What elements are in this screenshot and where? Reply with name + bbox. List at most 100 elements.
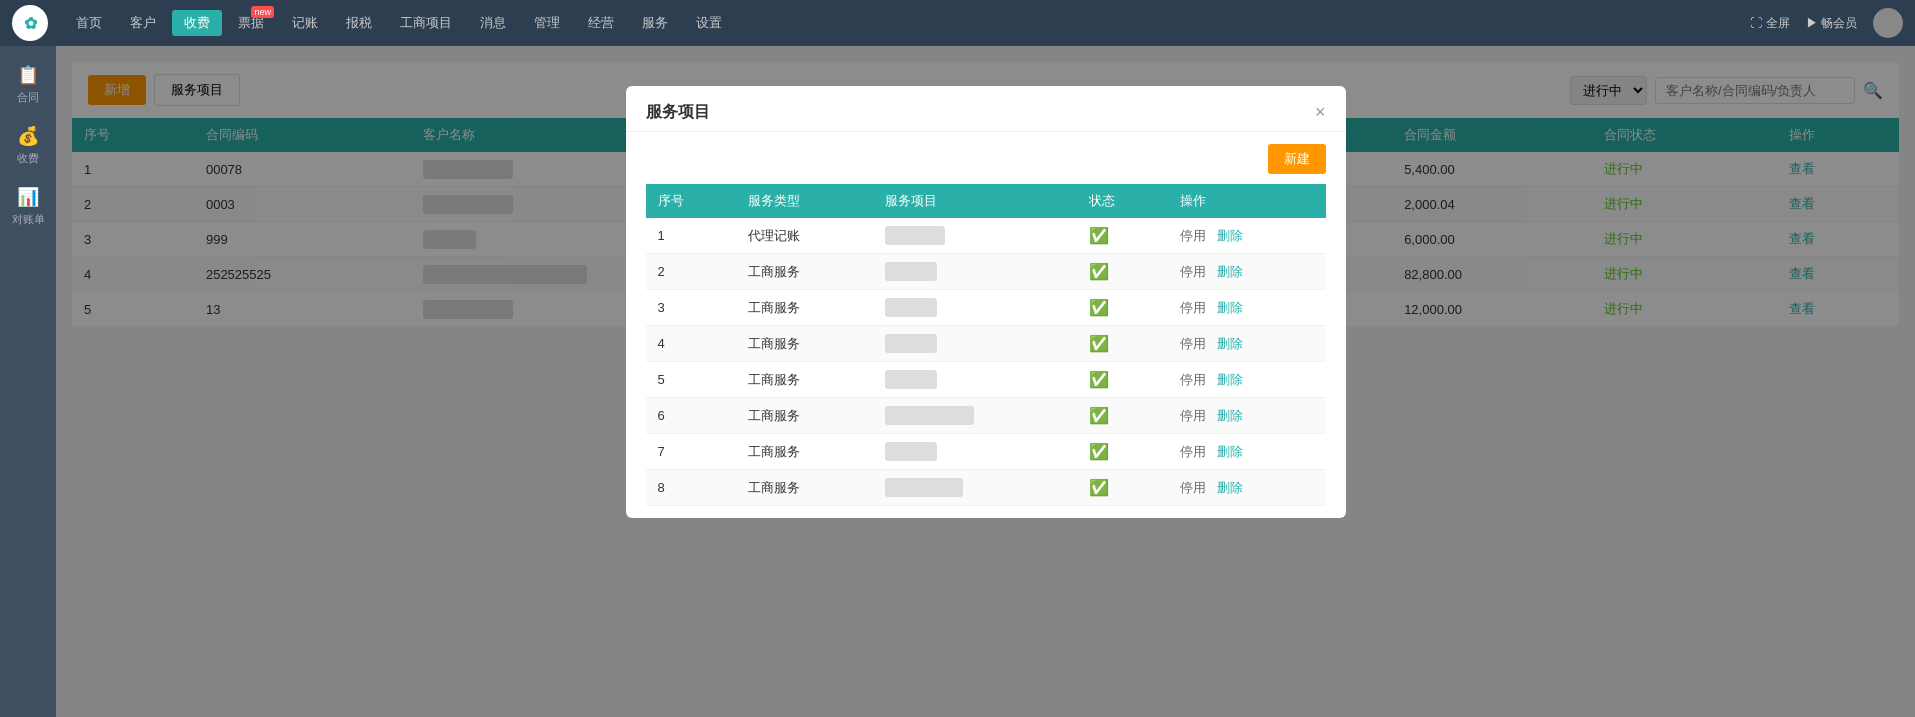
nav-item-jingying[interactable]: 经营 xyxy=(576,10,626,36)
sidebar-label-duizhang: 对账单 xyxy=(12,212,45,227)
modal-cell-item: ████注册 xyxy=(873,470,1078,506)
modal-table-scroll[interactable]: 序号服务类型服务项目状态操作 1 代理记账 ████1 ✅ 停用 删除 2 工商… xyxy=(646,184,1326,506)
sidebar-label-contract: 合同 xyxy=(17,90,39,105)
modal-header: 服务项目 × xyxy=(626,86,1346,132)
list-item: 2 工商服务 ████ ✅ 停用 删除 xyxy=(646,254,1326,290)
list-item: 4 工商服务 ████ ✅ 停用 删除 xyxy=(646,326,1326,362)
modal-body: 新建 序号服务类型服务项目状态操作 1 代理记账 ████1 ✅ 停用 删除 2… xyxy=(626,132,1346,518)
modal-cell-actions: 停用 删除 xyxy=(1168,326,1326,362)
sidebar-item-shoufei[interactable]: 💰收费 xyxy=(0,115,56,176)
delete-button[interactable]: 删除 xyxy=(1217,408,1243,423)
contract-icon: 📋 xyxy=(17,64,39,86)
modal-cell-type: 工商服务 xyxy=(736,326,873,362)
nav-item-guanli[interactable]: 管理 xyxy=(522,10,572,36)
nav-item-gongshang[interactable]: 工商项目 xyxy=(388,10,464,36)
modal-table-header: 序号服务类型服务项目状态操作 xyxy=(646,184,1326,218)
modal-col-操作[interactable]: 操作 xyxy=(1168,184,1326,218)
modal-cell-type: 工商服务 xyxy=(736,434,873,470)
stop-button[interactable]: 停用 xyxy=(1180,336,1206,351)
modal-cell-seq: 7 xyxy=(646,434,736,470)
stop-button[interactable]: 停用 xyxy=(1180,480,1206,495)
modal-cell-seq: 4 xyxy=(646,326,736,362)
modal-cell-seq: 2 xyxy=(646,254,736,290)
sidebar-label-shoufei: 收费 xyxy=(17,151,39,166)
modal-cell-type: 工商服务 xyxy=(736,398,873,434)
modal-cell-item: ████ xyxy=(873,254,1078,290)
modal-cell-status: ✅ xyxy=(1077,254,1167,290)
status-check-icon: ✅ xyxy=(1089,443,1109,460)
modal-cell-seq: 1 xyxy=(646,218,736,254)
nav-item-customer[interactable]: 客户 xyxy=(118,10,168,36)
modal-title: 服务项目 xyxy=(646,102,710,123)
delete-button[interactable]: 删除 xyxy=(1217,480,1243,495)
nav-item-piao[interactable]: 票据new xyxy=(226,10,276,36)
nav-item-xiaoxi[interactable]: 消息 xyxy=(468,10,518,36)
delete-button[interactable]: 删除 xyxy=(1217,228,1243,243)
modal-cell-type: 代理记账 xyxy=(736,218,873,254)
nav-item-shoufei[interactable]: 收费 xyxy=(172,10,222,36)
modal-cell-actions: 停用 删除 xyxy=(1168,398,1326,434)
service-items-table: 序号服务类型服务项目状态操作 1 代理记账 ████1 ✅ 停用 删除 2 工商… xyxy=(646,184,1326,506)
modal-cell-item: ████ xyxy=(873,434,1078,470)
right-tools: ⛶ 全屏 ▶ 畅会员 xyxy=(1750,8,1903,38)
list-item: 1 代理记账 ████1 ✅ 停用 删除 xyxy=(646,218,1326,254)
modal-col-服务类型[interactable]: 服务类型 xyxy=(736,184,873,218)
stop-button[interactable]: 停用 xyxy=(1180,408,1206,423)
stop-button[interactable]: 停用 xyxy=(1180,444,1206,459)
modal-close-button[interactable]: × xyxy=(1315,102,1326,123)
modal-cell-item: ████ xyxy=(873,326,1078,362)
stop-button[interactable]: 停用 xyxy=(1180,228,1206,243)
modal-col-服务项目[interactable]: 服务项目 xyxy=(873,184,1078,218)
modal-table-body: 1 代理记账 ████1 ✅ 停用 删除 2 工商服务 ████ ✅ 停用 删除… xyxy=(646,218,1326,506)
member-btn[interactable]: ▶ 畅会员 xyxy=(1806,15,1857,32)
modal-cell-status: ✅ xyxy=(1077,362,1167,398)
modal-cell-seq: 5 xyxy=(646,362,736,398)
modal-cell-type: 工商服务 xyxy=(736,254,873,290)
delete-button[interactable]: 删除 xyxy=(1217,372,1243,387)
delete-button[interactable]: 删除 xyxy=(1217,264,1243,279)
modal-cell-actions: 停用 删除 xyxy=(1168,290,1326,326)
nav-item-shezhi[interactable]: 设置 xyxy=(684,10,734,36)
modal-overlay[interactable]: 服务项目 × 新建 序号服务类型服务项目状态操作 1 代理记账 ████1 ✅ … xyxy=(56,46,1915,717)
fullscreen-btn[interactable]: ⛶ 全屏 xyxy=(1750,15,1789,32)
list-item: 8 工商服务 ████注册 ✅ 停用 删除 xyxy=(646,470,1326,506)
modal-cell-item: ████1 xyxy=(873,218,1078,254)
modal-toolbar: 新建 xyxy=(646,144,1326,174)
modal-cell-item: ████ xyxy=(873,290,1078,326)
modal-cell-item: ████████ xyxy=(873,398,1078,434)
modal-cell-seq: 3 xyxy=(646,290,736,326)
modal-cell-actions: 停用 删除 xyxy=(1168,434,1326,470)
status-check-icon: ✅ xyxy=(1089,263,1109,280)
modal-cell-actions: 停用 删除 xyxy=(1168,362,1326,398)
modal-cell-actions: 停用 删除 xyxy=(1168,470,1326,506)
modal-cell-status: ✅ xyxy=(1077,434,1167,470)
status-check-icon: ✅ xyxy=(1089,335,1109,352)
delete-button[interactable]: 删除 xyxy=(1217,300,1243,315)
modal-col-状态[interactable]: 状态 xyxy=(1077,184,1167,218)
modal-cell-actions: 停用 删除 xyxy=(1168,218,1326,254)
modal-cell-status: ✅ xyxy=(1077,326,1167,362)
nav-item-jizhang[interactable]: 记账 xyxy=(280,10,330,36)
duizhang-icon: 📊 xyxy=(17,186,39,208)
stop-button[interactable]: 停用 xyxy=(1180,300,1206,315)
sidebar-item-duizhang[interactable]: 📊 对账单 xyxy=(0,176,56,237)
status-check-icon: ✅ xyxy=(1089,371,1109,388)
modal-cell-seq: 8 xyxy=(646,470,736,506)
sidebar-item-contract[interactable]: 📋 合同 xyxy=(0,54,56,115)
stop-button[interactable]: 停用 xyxy=(1180,372,1206,387)
modal-col-序号[interactable]: 序号 xyxy=(646,184,736,218)
modal-new-button[interactable]: 新建 xyxy=(1268,144,1326,174)
modal-cell-status: ✅ xyxy=(1077,290,1167,326)
delete-button[interactable]: 删除 xyxy=(1217,444,1243,459)
nav-item-home[interactable]: 首页 xyxy=(64,10,114,36)
avatar[interactable] xyxy=(1873,8,1903,38)
stop-button[interactable]: 停用 xyxy=(1180,264,1206,279)
status-check-icon: ✅ xyxy=(1089,299,1109,316)
modal-cell-type: 工商服务 xyxy=(736,362,873,398)
delete-button[interactable]: 删除 xyxy=(1217,336,1243,351)
nav-item-baoshui[interactable]: 报税 xyxy=(334,10,384,36)
nav-item-fuwu[interactable]: 服务 xyxy=(630,10,680,36)
modal-cell-status: ✅ xyxy=(1077,218,1167,254)
modal-cell-actions: 停用 删除 xyxy=(1168,254,1326,290)
app-logo: ✿ xyxy=(12,5,48,41)
